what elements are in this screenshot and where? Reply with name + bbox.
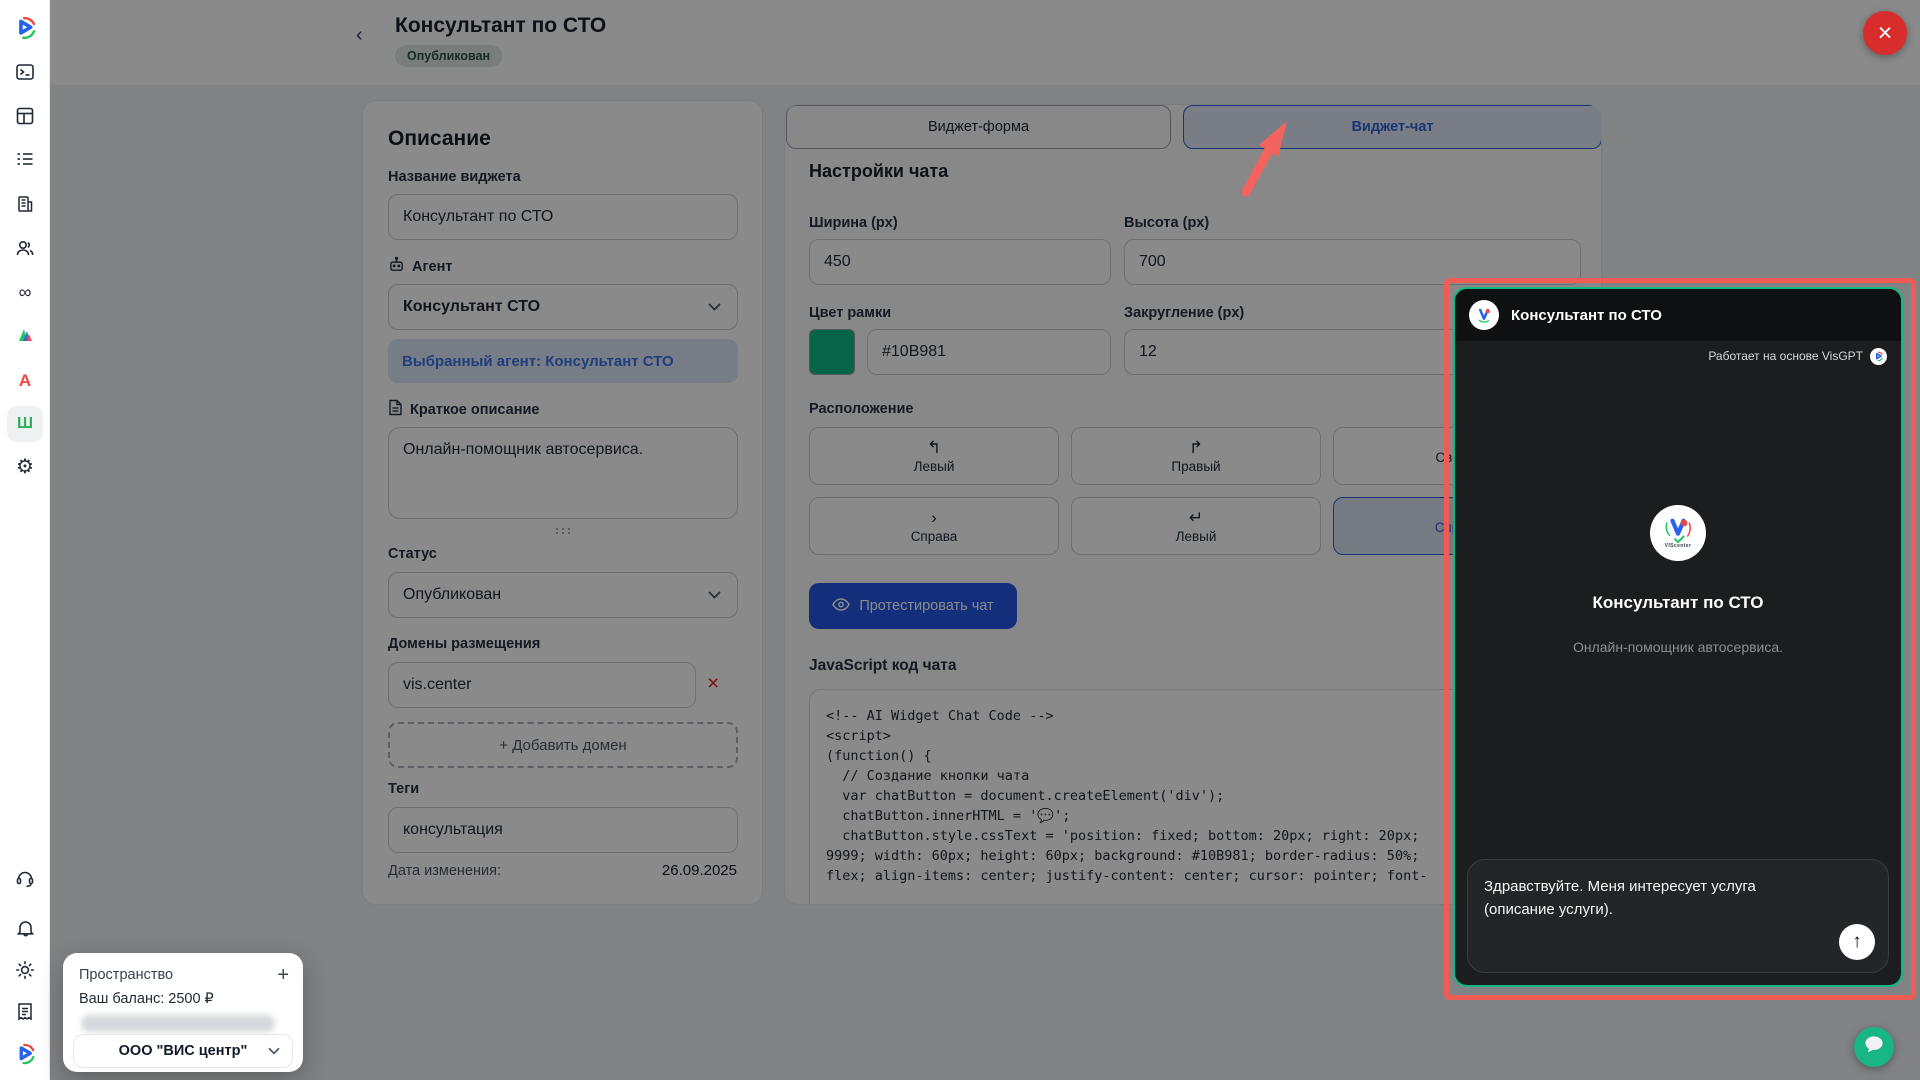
- sidebar-item-support[interactable]: [7, 860, 43, 896]
- page: ‹ Консультант по СТО Опубликован Описани…: [0, 0, 1920, 1080]
- sidebar-item-knowledge[interactable]: [7, 318, 43, 354]
- chat-preview-title: Консультант по СТО: [1511, 306, 1662, 324]
- sidebar-item-integrations[interactable]: ∞: [7, 274, 43, 310]
- blurred-account-email: [81, 1015, 275, 1032]
- bell-icon: [16, 918, 35, 938]
- sidebar-item-home[interactable]: [7, 10, 43, 46]
- organization-select[interactable]: ООО "ВИС центр": [73, 1034, 293, 1068]
- sidebar-item-notifications[interactable]: [7, 910, 43, 946]
- infinity-icon: ∞: [18, 282, 32, 302]
- close-icon: ×: [1877, 18, 1893, 47]
- chat-message-input[interactable]: Здравствуйте. Меня интересует услуга (оп…: [1467, 859, 1889, 973]
- chat-preview-panel: Консультант по СТО Работает на основе Vi…: [1453, 287, 1903, 987]
- terminal-icon: [15, 62, 35, 82]
- chat-input-text: Здравствуйте. Меня интересует услуга (оп…: [1484, 878, 1756, 919]
- chevron-down-icon: [268, 1047, 280, 1055]
- sidebar-item-settings[interactable]: ⚙: [7, 449, 43, 485]
- visgpt-logo-small-icon: [13, 1042, 37, 1066]
- add-workspace-button[interactable]: +: [277, 965, 289, 985]
- sidebar-item-dashboard[interactable]: [7, 98, 43, 134]
- chat-bot-avatar-icon: VIScenter: [1650, 505, 1706, 561]
- send-button[interactable]: ↑: [1839, 924, 1875, 960]
- visgpt-mini-logo-icon: [1870, 347, 1887, 365]
- chat-body-title: Консультант по СТО: [1592, 593, 1764, 612]
- gear-icon: ⚙: [16, 456, 34, 478]
- sidebar-item-theme[interactable]: [7, 952, 43, 988]
- speech-bubble-icon: [1863, 1035, 1885, 1059]
- workspace-popup: Пространство + Ваш баланс: 2500 ₽ ООО "В…: [63, 953, 303, 1072]
- sidebar-item-widgets-active[interactable]: Ш: [7, 406, 43, 442]
- workspace-title: Пространство: [79, 967, 174, 983]
- sidebar-item-tasks[interactable]: [7, 141, 43, 177]
- chat-preview-body: VIScenter Консультант по СТО Онлайн-помо…: [1455, 371, 1901, 859]
- sidebar-item-brand[interactable]: [7, 1036, 43, 1072]
- letter-a-icon: A: [18, 370, 32, 390]
- arrow-up-icon: ↑: [1852, 931, 1862, 952]
- powered-by-text: Работает на основе VisGPT: [1708, 349, 1863, 363]
- chat-body-subtitle: Онлайн-помощник автосервиса.: [1572, 639, 1784, 655]
- layers-book-icon: [14, 325, 36, 347]
- close-button[interactable]: ×: [1863, 11, 1907, 55]
- sidebar-item-users[interactable]: [7, 230, 43, 266]
- sidebar-item-company[interactable]: [7, 186, 43, 222]
- sidebar-item-assistants[interactable]: A: [7, 362, 43, 398]
- chat-preview-header: Консультант по СТО: [1455, 289, 1901, 341]
- sidebar-item-console[interactable]: [7, 54, 43, 90]
- table-layout-icon: [15, 106, 35, 126]
- sidebar: ∞ A Ш ⚙: [0, 0, 50, 1080]
- chat-avatar-icon: [1469, 300, 1499, 330]
- powered-by-row: Работает на основе VisGPT: [1455, 341, 1901, 371]
- users-icon: [15, 238, 35, 258]
- balance-text: Ваш баланс: 2500 ₽: [79, 991, 214, 1007]
- chat-widget-bubble[interactable]: [1854, 1027, 1894, 1067]
- letter-sh-icon: Ш: [16, 415, 34, 432]
- chat-avatar-caption: VIScenter: [1664, 543, 1692, 549]
- visgpt-logo-icon: [12, 15, 38, 41]
- annotation-arrow: [1232, 116, 1296, 198]
- sidebar-item-billing[interactable]: [7, 994, 43, 1030]
- organization-name: ООО "ВИС центр": [118, 1043, 248, 1059]
- headset-icon: [15, 868, 35, 888]
- list-icon: [15, 149, 35, 169]
- building-icon: [15, 194, 35, 214]
- sun-icon: [15, 960, 35, 980]
- receipt-icon: [16, 1002, 34, 1022]
